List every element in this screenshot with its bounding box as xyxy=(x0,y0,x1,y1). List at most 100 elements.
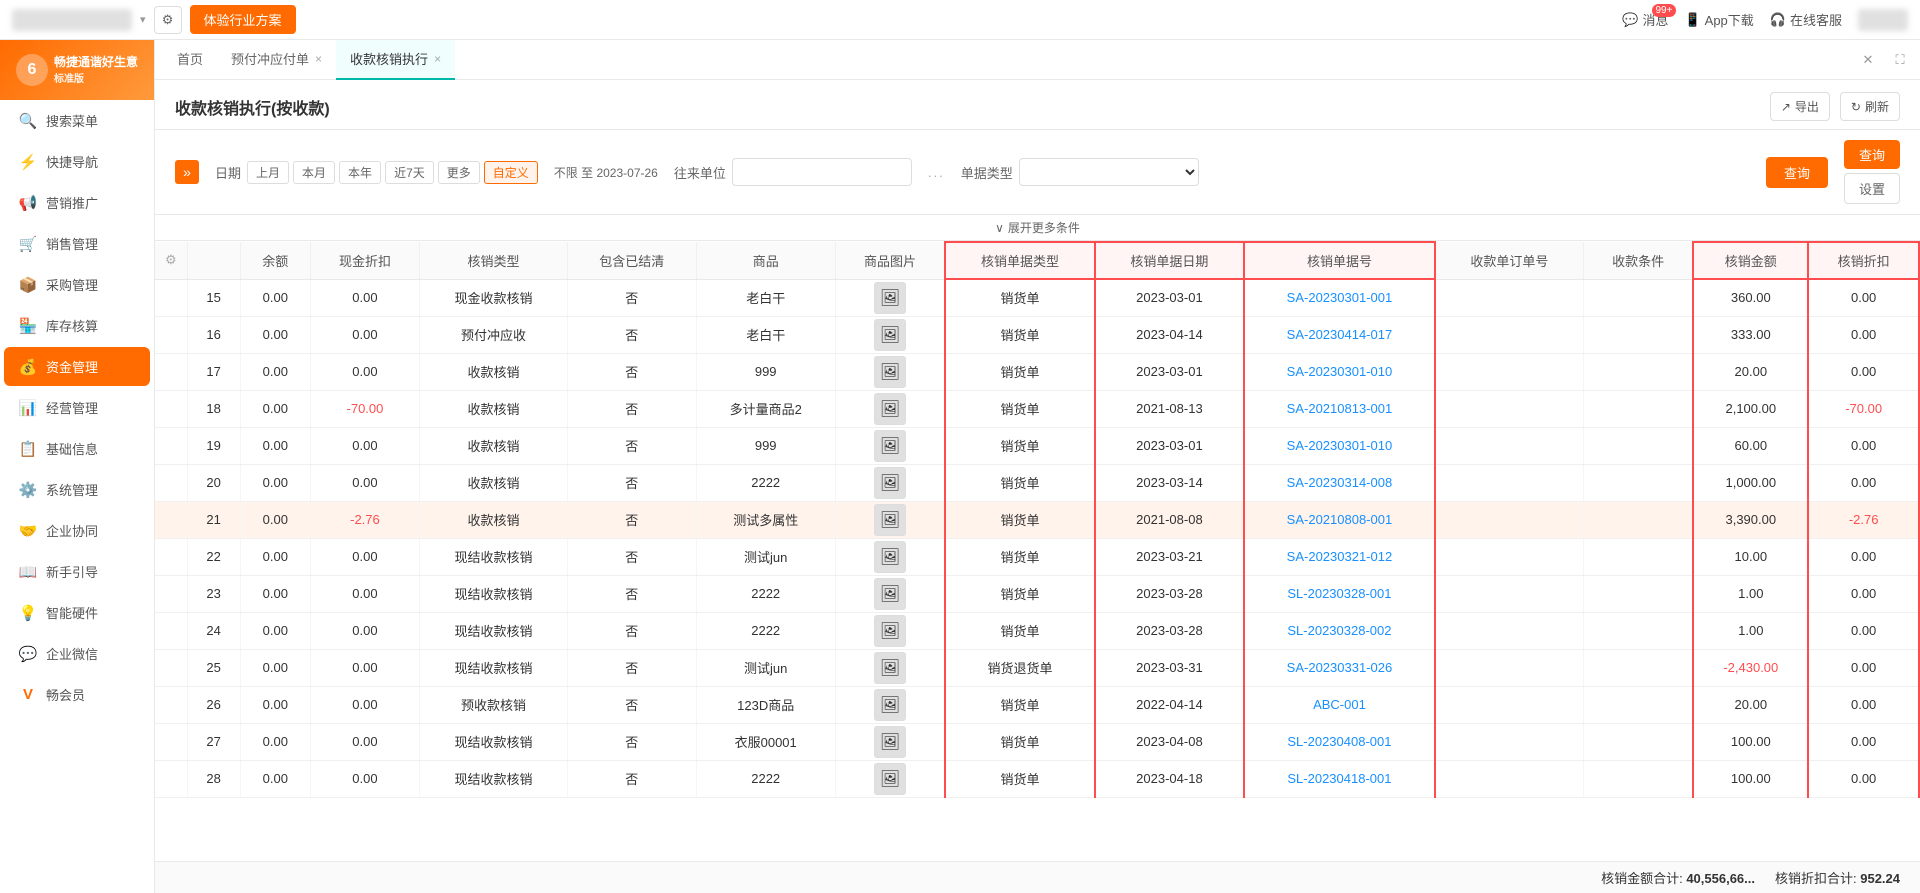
verify-number-link[interactable]: SL-20230418-001 xyxy=(1287,771,1391,786)
sidebar-item-system[interactable]: ⚙️ 系统管理 xyxy=(4,470,150,509)
sidebar-item-business[interactable]: 📊 经营管理 xyxy=(4,388,150,427)
table-row: 19 0.00 0.00 收款核销 否 999 🖼 销货单 2023-03-01… xyxy=(155,427,1919,464)
cell-verify-discount: 0.00 xyxy=(1808,316,1919,353)
verify-number-link[interactable]: SA-20210808-001 xyxy=(1287,512,1393,527)
cell-included: 否 xyxy=(567,723,696,760)
date-btn-7days[interactable]: 近7天 xyxy=(385,161,434,184)
sidebar-item-sales[interactable]: 🛒 销售管理 xyxy=(4,224,150,263)
sidebar-item-inventory[interactable]: 🏪 库存核算 xyxy=(4,306,150,345)
cell-verify-date: 2023-03-01 xyxy=(1095,427,1244,464)
search-icon: 🔍 xyxy=(18,112,38,130)
tab-prepay-close[interactable]: × xyxy=(315,52,322,66)
tab-close-window-button[interactable]: ✕ xyxy=(1856,48,1880,72)
verify-number-link[interactable]: SL-20230408-001 xyxy=(1287,734,1391,749)
cell-balance: 0.00 xyxy=(240,316,310,353)
sidebar-item-member[interactable]: V 畅会员 xyxy=(4,675,150,714)
cell-cash-discount: 0.00 xyxy=(310,649,419,686)
date-btn-more[interactable]: 更多 xyxy=(438,161,480,184)
expand-filter-button[interactable]: » xyxy=(175,160,199,184)
sidebar-item-finance[interactable]: 💰 资金管理 xyxy=(4,347,150,386)
verify-number-link[interactable]: ABC-001 xyxy=(1313,697,1366,712)
export-button[interactable]: ↗ 导出 xyxy=(1770,92,1830,121)
cell-receipt-condition xyxy=(1583,612,1693,649)
online-service-button[interactable]: 🎧 在线客服 xyxy=(1770,10,1842,29)
table-col-settings[interactable]: ⚙ xyxy=(155,242,187,279)
query-button[interactable]: 查询 xyxy=(1766,157,1828,188)
sidebar-item-quicknav[interactable]: ⚡ 快捷导航 xyxy=(4,142,150,181)
tab-maximize-button[interactable]: ⛶ xyxy=(1888,48,1912,72)
cell-verify-number[interactable]: SA-20230301-001 xyxy=(1244,279,1435,316)
cell-verify-amount: 3,390.00 xyxy=(1693,501,1808,538)
sidebar-item-purchase[interactable]: 📦 采购管理 xyxy=(4,265,150,304)
app-download-button[interactable]: 📱 App下载 xyxy=(1684,10,1753,29)
cell-verify-number[interactable]: SL-20230408-001 xyxy=(1244,723,1435,760)
cell-verify-number[interactable]: SA-20210808-001 xyxy=(1244,501,1435,538)
sidebar-item-marketing[interactable]: 📢 营销推广 xyxy=(4,183,150,222)
cell-settings xyxy=(155,464,187,501)
settings-gear-button[interactable]: ⚙ xyxy=(154,6,182,34)
sidebar-item-guide[interactable]: 📖 新手引导 xyxy=(4,552,150,591)
top-nav-bar: ▾ ⚙ 体验行业方案 💬 消息 99+ 📱 App下载 🎧 在线客服 xyxy=(0,0,1920,40)
cell-verify-number[interactable]: SA-20230331-026 xyxy=(1244,649,1435,686)
verify-number-link[interactable]: SA-20230301-001 xyxy=(1287,290,1393,305)
cell-verify-number[interactable]: SL-20230418-001 xyxy=(1244,760,1435,797)
refresh-label: 刷新 xyxy=(1865,98,1889,115)
cell-verify-number[interactable]: SA-20230414-017 xyxy=(1244,316,1435,353)
sidebar-item-smarthw[interactable]: 💡 智能硬件 xyxy=(4,593,150,632)
sidebar-item-search[interactable]: 🔍 搜索菜单 xyxy=(4,101,150,140)
top-nav-right: 💬 消息 99+ 📱 App下载 🎧 在线客服 xyxy=(1622,9,1908,31)
table-col-included-settled: 包含已结清 xyxy=(567,242,696,279)
table-area[interactable]: ⚙ 余额 现金折扣 核销类型 包含已结清 商品 商品图片 核销单据类型 核销单据… xyxy=(155,241,1920,861)
cell-goods-image: 🖼 xyxy=(835,279,945,316)
verify-number-link[interactable]: SA-20230331-026 xyxy=(1287,660,1393,675)
sidebar-item-enterprise[interactable]: 🤝 企业协同 xyxy=(4,511,150,550)
tab-home-label: 首页 xyxy=(177,49,203,68)
refresh-icon: ↻ xyxy=(1851,100,1861,114)
cell-verify-number[interactable]: SA-20230301-010 xyxy=(1244,353,1435,390)
sidebar-item-basic[interactable]: 📋 基础信息 xyxy=(4,429,150,468)
cell-verify-number[interactable]: SA-20230314-008 xyxy=(1244,464,1435,501)
tab-prepay[interactable]: 预付冲应付单 × xyxy=(217,40,336,80)
date-btn-this-year[interactable]: 本年 xyxy=(339,161,381,184)
cell-verify-number[interactable]: SA-20230301-010 xyxy=(1244,427,1435,464)
verify-number-link[interactable]: SA-20230314-008 xyxy=(1287,475,1393,490)
verify-number-link[interactable]: SA-20230321-012 xyxy=(1287,549,1393,564)
refresh-button[interactable]: ↻ 刷新 xyxy=(1840,92,1900,121)
verify-number-link[interactable]: SL-20230328-001 xyxy=(1287,586,1391,601)
cell-verify-number[interactable]: SA-20230321-012 xyxy=(1244,538,1435,575)
query-btn-top[interactable]: 查询 xyxy=(1844,140,1900,169)
expand-more-button[interactable]: ∨ 展开更多条件 xyxy=(995,219,1080,236)
chevron-down-icon[interactable]: ▾ xyxy=(140,13,146,26)
date-btn-custom[interactable]: 自定义 xyxy=(484,161,538,184)
cell-goods-image: 🖼 xyxy=(835,723,945,760)
cell-verify-amount: 20.00 xyxy=(1693,686,1808,723)
verify-number-link[interactable]: SA-20230414-017 xyxy=(1287,327,1393,342)
cell-verify-discount: 0.00 xyxy=(1808,353,1919,390)
table-row: 16 0.00 0.00 预付冲应收 否 老白干 🖼 销货单 2023-04-1… xyxy=(155,316,1919,353)
cell-verify-number[interactable]: SL-20230328-001 xyxy=(1244,575,1435,612)
cell-rownum: 17 xyxy=(187,353,240,390)
partner-filter-input[interactable] xyxy=(732,158,912,186)
cell-verify-number[interactable]: SL-20230328-002 xyxy=(1244,612,1435,649)
cell-verify-number[interactable]: SA-20210813-001 xyxy=(1244,390,1435,427)
inventory-icon: 🏪 xyxy=(18,317,38,335)
tab-home[interactable]: 首页 xyxy=(163,40,217,80)
date-btn-last-month[interactable]: 上月 xyxy=(247,161,289,184)
date-btn-this-month[interactable]: 本月 xyxy=(293,161,335,184)
verify-number-link[interactable]: SL-20230328-002 xyxy=(1287,623,1391,638)
cell-verify-number[interactable]: ABC-001 xyxy=(1244,686,1435,723)
cell-receipt-order xyxy=(1435,390,1584,427)
messages-button[interactable]: 💬 消息 99+ xyxy=(1622,10,1668,29)
industry-solution-button[interactable]: 体验行业方案 xyxy=(190,5,296,34)
cell-rownum: 25 xyxy=(187,649,240,686)
sidebar-item-label: 经营管理 xyxy=(46,398,98,417)
verify-number-link[interactable]: SA-20210813-001 xyxy=(1287,401,1393,416)
verify-number-link[interactable]: SA-20230301-010 xyxy=(1287,438,1393,453)
sidebar-item-wechat[interactable]: 💬 企业微信 xyxy=(4,634,150,673)
tab-receipt-verify-close[interactable]: × xyxy=(434,52,441,66)
voucher-type-select[interactable] xyxy=(1019,158,1199,186)
cell-verify-amount: 1.00 xyxy=(1693,575,1808,612)
settings-btn[interactable]: 设置 xyxy=(1844,173,1900,204)
tab-receipt-verify[interactable]: 收款核销执行 × xyxy=(336,40,455,80)
verify-number-link[interactable]: SA-20230301-010 xyxy=(1287,364,1393,379)
